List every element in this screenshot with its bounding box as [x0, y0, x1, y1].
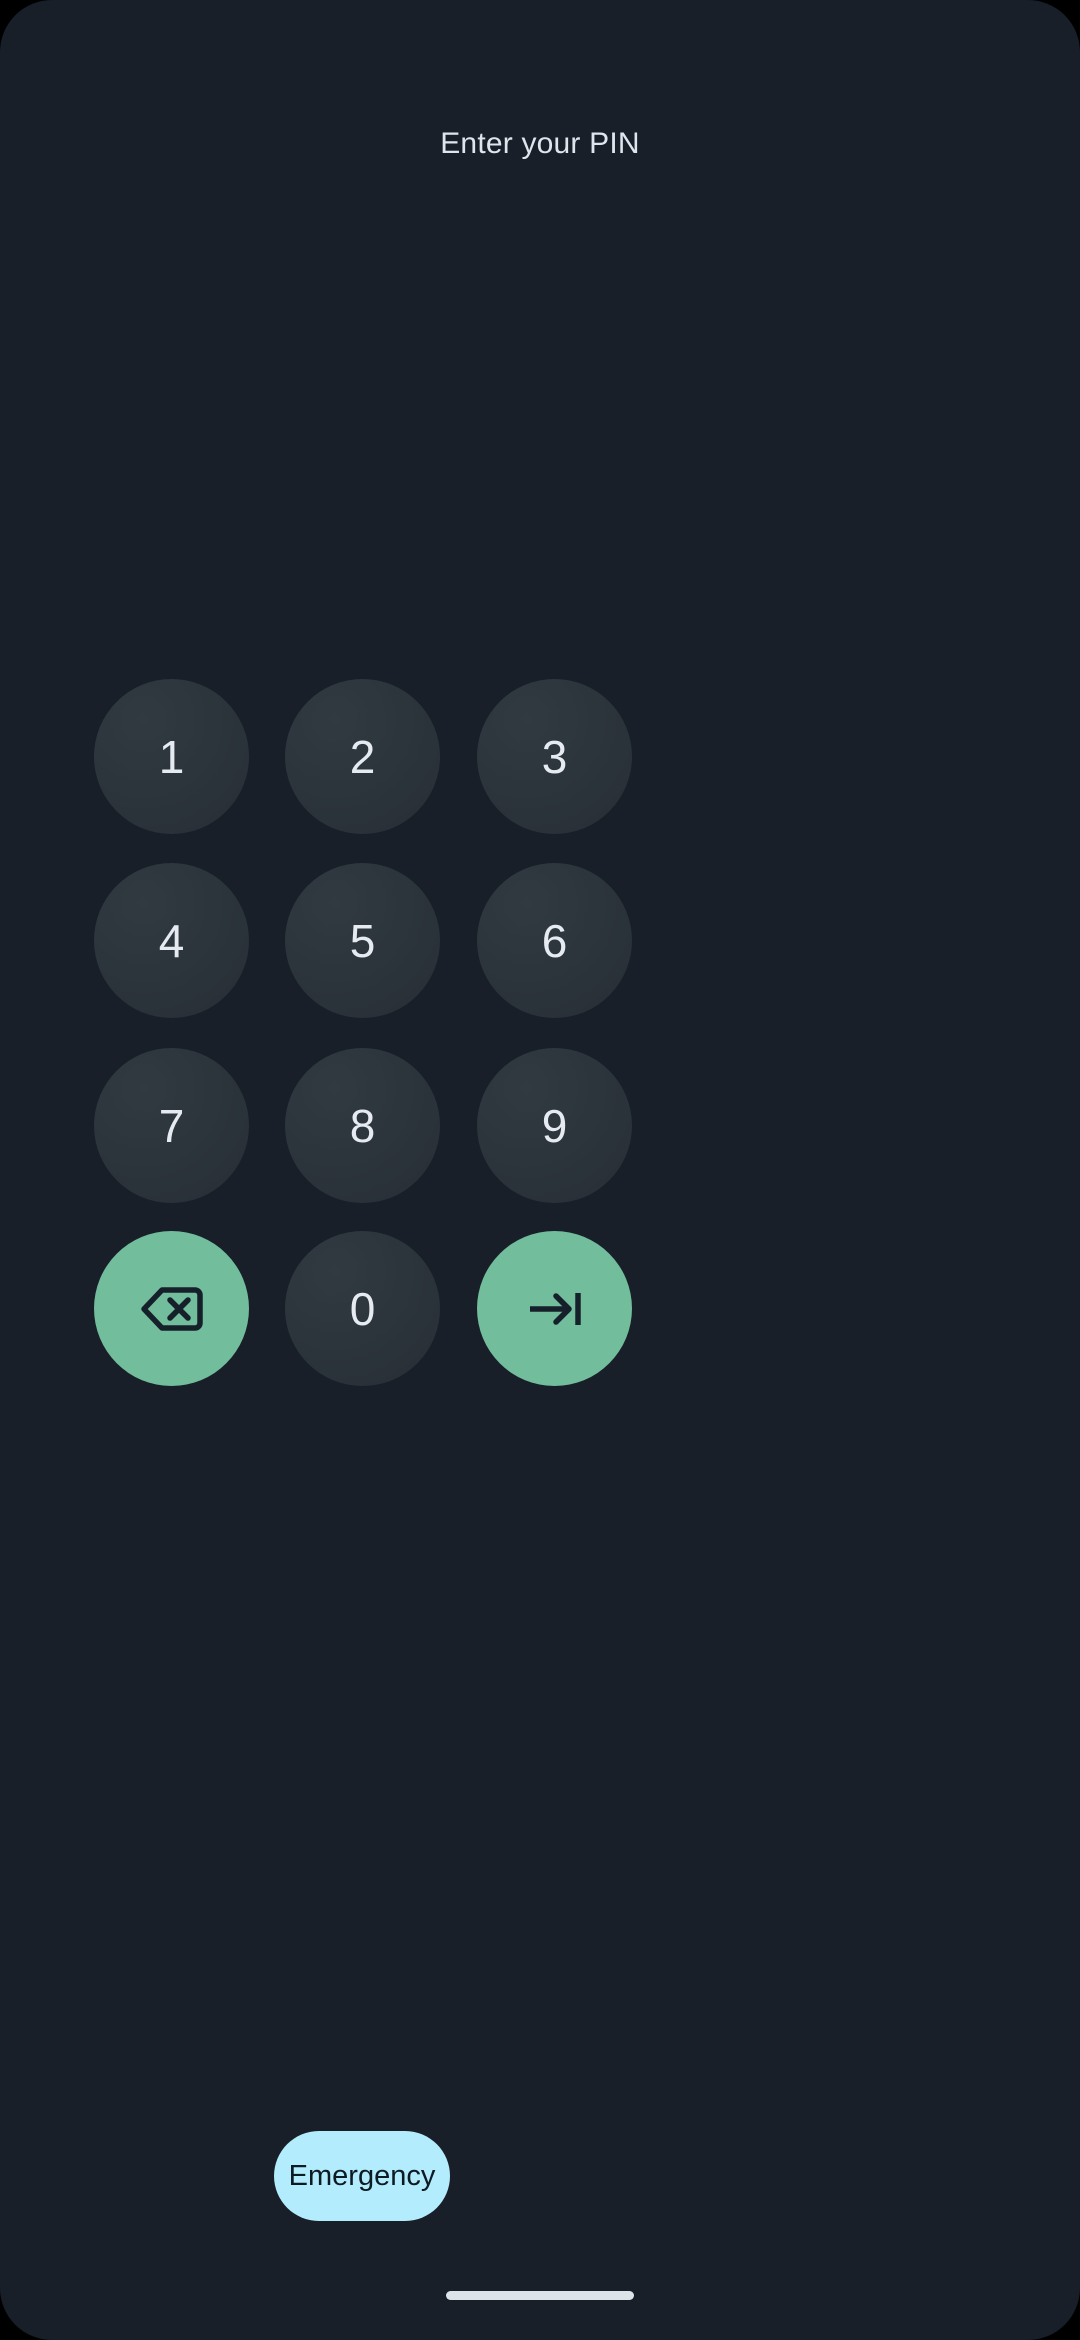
keypad-key-4[interactable]: 4 [94, 863, 249, 1018]
keypad-key-9[interactable]: 9 [477, 1048, 632, 1203]
keypad-key-7[interactable]: 7 [94, 1048, 249, 1203]
enter-icon [526, 1287, 584, 1331]
keypad-key-label: 1 [158, 730, 185, 783]
pin-keypad: 1 2 3 4 5 6 7 8 9 0 [94, 679, 986, 1388]
pin-entry-field[interactable] [140, 300, 940, 640]
emergency-button[interactable]: Emergency [274, 2131, 450, 2221]
home-gesture-bar[interactable] [446, 2291, 634, 2300]
keypad-key-6[interactable]: 6 [477, 863, 632, 1018]
keypad-key-8[interactable]: 8 [285, 1048, 440, 1203]
lock-screen: Enter your PIN 1 2 3 4 5 6 7 8 9 0 Emerg… [0, 0, 1080, 2340]
keypad-key-2[interactable]: 2 [285, 679, 440, 834]
keypad-key-label: 4 [158, 914, 185, 967]
keypad-key-label: 2 [349, 730, 376, 783]
keypad-key-1[interactable]: 1 [94, 679, 249, 834]
keypad-key-label: 5 [349, 914, 376, 967]
keypad-key-0[interactable]: 0 [285, 1231, 440, 1386]
keypad-key-3[interactable]: 3 [477, 679, 632, 834]
page-title: Enter your PIN [440, 127, 640, 160]
keypad-key-label: 9 [541, 1099, 568, 1152]
keypad-key-label: 6 [541, 914, 568, 967]
backspace-icon [140, 1286, 203, 1332]
keypad-key-label: 7 [158, 1099, 185, 1152]
keypad-key-label: 3 [541, 730, 568, 783]
keypad-key-label: 0 [349, 1282, 376, 1335]
emergency-button-label: Emergency [288, 2159, 436, 2192]
keypad-backspace-button[interactable] [94, 1231, 249, 1386]
device-frame: Enter your PIN 1 2 3 4 5 6 7 8 9 0 Emerg… [0, 0, 1080, 2340]
keypad-key-5[interactable]: 5 [285, 863, 440, 1018]
keypad-key-label: 8 [349, 1099, 376, 1152]
keypad-enter-button[interactable] [477, 1231, 632, 1386]
